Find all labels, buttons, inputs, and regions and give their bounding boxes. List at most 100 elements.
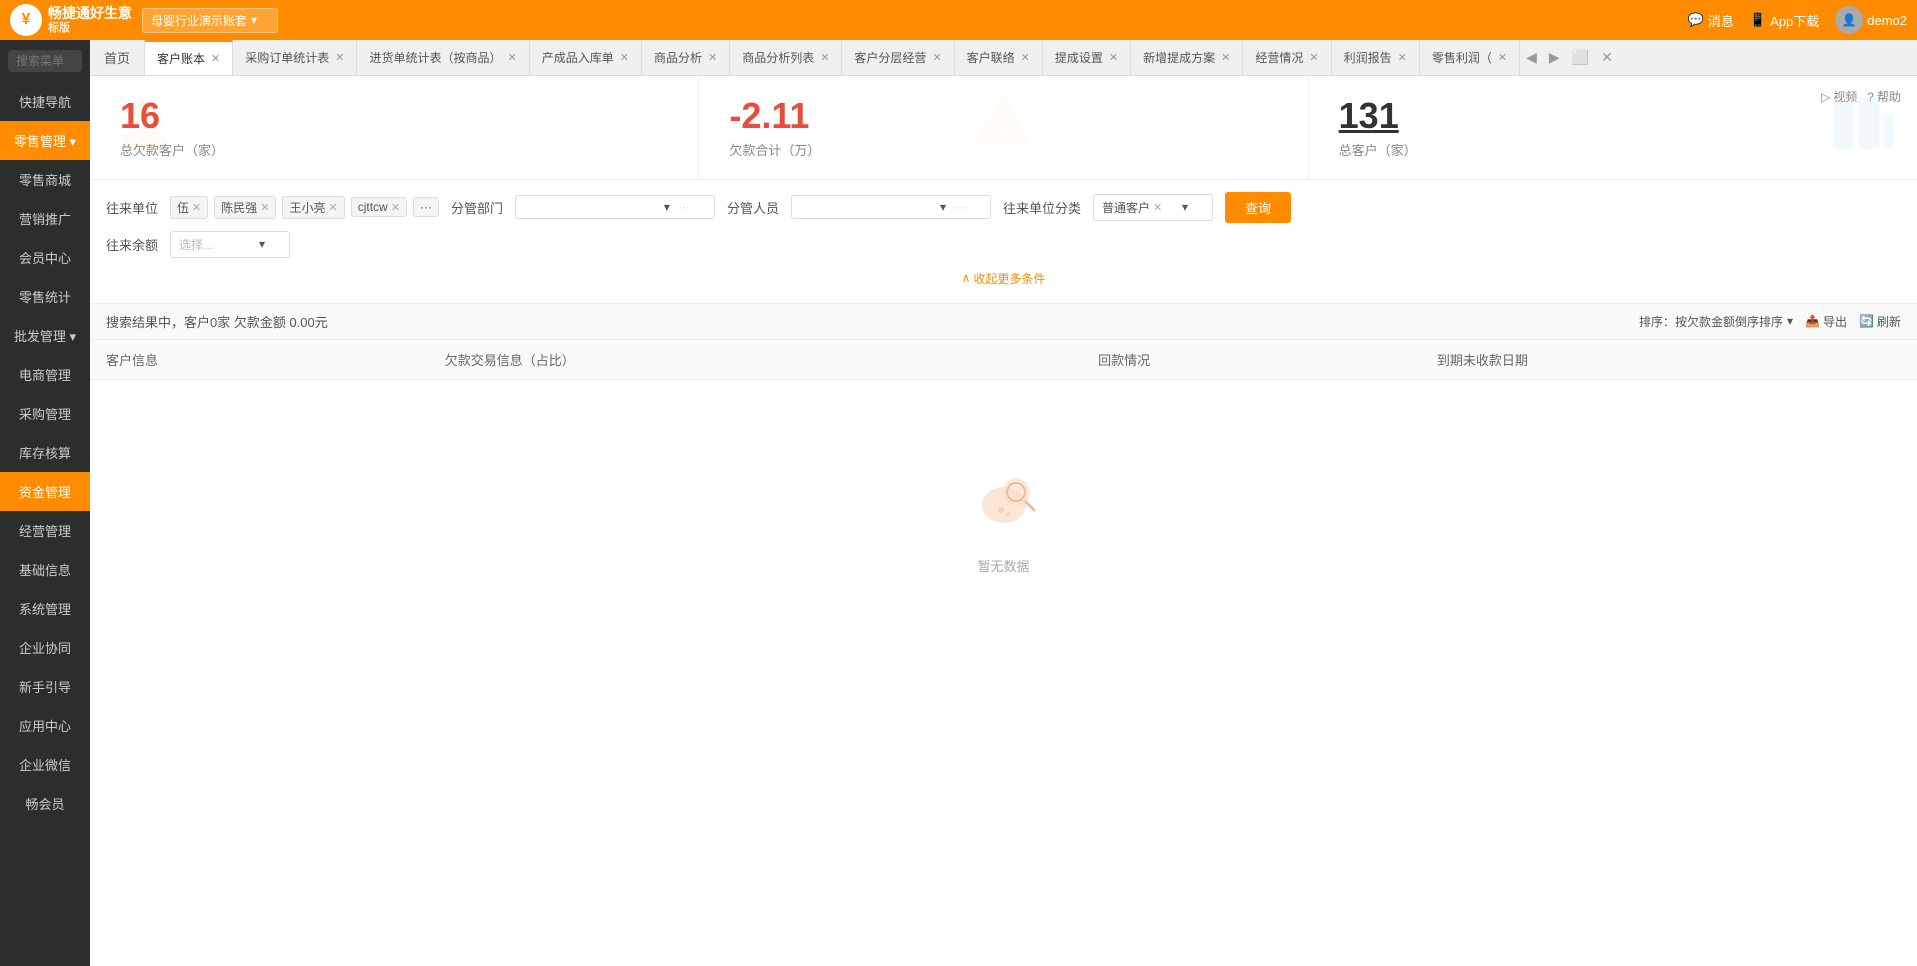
filter-tag-more[interactable]: ··· [413, 197, 439, 217]
tab-close-icon[interactable]: ✕ [1021, 51, 1030, 64]
account-selector[interactable]: 母婴行业演示账套 ▾ [142, 8, 278, 33]
sidebar-item-quick-nav[interactable]: 快捷导航 [0, 82, 90, 121]
tab-new-commission-plan[interactable]: 新增提成方案 ✕ [1131, 40, 1243, 76]
tab-customer-contact[interactable]: 客户联络 ✕ [955, 40, 1043, 76]
tab-profit-report[interactable]: 利润报告 ✕ [1332, 40, 1420, 76]
app-download-button[interactable]: 📱 App下载 [1750, 11, 1819, 30]
sidebar-search-area [0, 40, 90, 82]
sidebar-item-operations[interactable]: 经营管理 [0, 511, 90, 550]
tab-bar: 首页 客户账本 ✕ 采购订单统计表 ✕ 进货单统计表（按商品） ✕ 产成品入库单… [90, 40, 1917, 76]
tab-close-all[interactable]: ✕ [1595, 49, 1619, 66]
sidebar-item-retail-management[interactable]: 零售管理 ▾ [0, 121, 90, 160]
tag-close-category[interactable]: ✕ [1153, 201, 1162, 214]
results-bar: 搜索结果中，客户0家 欠款金额 0.00元 排序：按欠款金额倒序排序 ▾ 📤 导… [90, 304, 1917, 340]
messages-button[interactable]: 💬 消息 [1688, 11, 1734, 30]
sidebar-item-chang-member[interactable]: 畅会员 [0, 784, 90, 823]
tab-close-icon[interactable]: ✕ [708, 51, 717, 64]
empty-icon [964, 460, 1044, 540]
video-link[interactable]: ▷ 视频 [1821, 88, 1857, 105]
tab-close-icon[interactable]: ✕ [932, 51, 941, 64]
tab-close-icon[interactable]: ✕ [1109, 51, 1118, 64]
category-select[interactable]: 普通客户 ✕ ▾ [1093, 194, 1213, 221]
sort-label: 排序：按欠款金额倒序排序 [1639, 313, 1783, 330]
sidebar-item-finance[interactable]: 资金管理 [0, 472, 90, 511]
sidebar-item-ecommerce[interactable]: 电商管理 [0, 355, 90, 394]
collapse-button[interactable]: ∧ 收起更多条件 [106, 266, 1901, 291]
stat-card-overdue: + -2.11 欠款合计（万） [699, 76, 1308, 179]
dept-select[interactable]: ▾ ··· [515, 195, 715, 219]
svg-text:+: + [997, 116, 1011, 142]
results-actions: 排序：按欠款金额倒序排序 ▾ 📤 导出 🔄 刷新 [1639, 313, 1901, 330]
tab-customer-ledger[interactable]: 客户账本 ✕ [145, 40, 233, 76]
tab-close-icon[interactable]: ✕ [1498, 51, 1507, 64]
message-icon: 💬 [1688, 12, 1704, 28]
query-button[interactable]: 查询 [1225, 192, 1291, 223]
sidebar-item-marketing[interactable]: 营销推广 [0, 199, 90, 238]
tab-product-analysis[interactable]: 商品分析 ✕ [642, 40, 730, 76]
category-label: 往来单位分类 [1003, 198, 1081, 217]
tab-close-icon[interactable]: ✕ [1221, 51, 1230, 64]
filter-row-2: 往来余额 选择... ▾ [106, 231, 1901, 258]
filter-tags-unit: 伍 ✕ 陈民强 ✕ 王小亮 ✕ [170, 196, 439, 219]
tab-customer-tier[interactable]: 客户分层经营 ✕ [842, 40, 954, 76]
ellipsis-icon-person: ··· [954, 200, 966, 214]
tab-purchase-order-stats[interactable]: 采购订单统计表 ✕ [233, 40, 357, 76]
logo-area: ¥ 畅捷通好生意 标版 [10, 4, 132, 36]
sidebar-item-retail-mall[interactable]: 零售商城 [0, 160, 90, 199]
tab-close-icon[interactable]: ✕ [1309, 51, 1318, 64]
table-header: 客户信息 欠款交易信息（占比） 回款情况 到期未收款日期 [90, 340, 1917, 380]
person-select[interactable]: ▾ ··· [791, 195, 991, 219]
col-repayment: 回款情况 [1082, 340, 1421, 380]
tab-close-icon[interactable]: ✕ [335, 51, 344, 64]
tab-close-icon[interactable]: ✕ [508, 51, 517, 64]
refresh-icon: 🔄 [1859, 314, 1874, 328]
tab-close-icon[interactable]: ✕ [1398, 51, 1407, 64]
search-input[interactable] [8, 50, 82, 72]
sidebar-item-member-center[interactable]: 会员中心 [0, 238, 90, 277]
chevron-down-icon-category: ▾ [1182, 200, 1188, 214]
tab-close-icon[interactable]: ✕ [820, 51, 829, 64]
user-menu[interactable]: 👤 demo2 [1835, 6, 1907, 34]
sidebar-item-purchase[interactable]: 采购管理 [0, 394, 90, 433]
filter-tag-wang: 王小亮 ✕ [282, 196, 344, 219]
tag-close-cjttcw[interactable]: ✕ [391, 201, 400, 214]
sidebar-item-enterprise-collab[interactable]: 企业协同 [0, 628, 90, 667]
chevron-down-icon-dept: ▾ [664, 200, 670, 214]
filter-area: 往来单位 伍 ✕ 陈民强 ✕ 王小亮 [90, 180, 1917, 304]
stat-label-overdue: 欠款合计（万） [729, 140, 820, 159]
tab-retail-profit[interactable]: 零售利润（ ✕ [1420, 40, 1520, 76]
category-tag: 普通客户 ✕ [1102, 199, 1162, 216]
tab-business-status[interactable]: 经营情况 ✕ [1243, 40, 1331, 76]
col-customer-info: 客户信息 [90, 340, 429, 380]
export-button[interactable]: 📤 导出 [1805, 313, 1847, 330]
sidebar-item-retail-stats[interactable]: 零售统计 [0, 277, 90, 316]
tab-expand[interactable]: ⬜ [1566, 49, 1595, 66]
sidebar-item-app-center[interactable]: 应用中心 [0, 706, 90, 745]
tag-close-chen[interactable]: ✕ [260, 201, 269, 214]
tab-product-analysis-list[interactable]: 商品分析列表 ✕ [730, 40, 842, 76]
refresh-button[interactable]: 🔄 刷新 [1859, 313, 1901, 330]
tag-close-wang[interactable]: ✕ [329, 201, 338, 214]
balance-select[interactable]: 选择... ▾ [170, 231, 290, 258]
tab-commission-settings[interactable]: 提成设置 ✕ [1043, 40, 1131, 76]
tab-close-icon[interactable]: ✕ [620, 51, 629, 64]
sidebar-item-basic-info[interactable]: 基础信息 [0, 550, 90, 589]
tab-scroll-right[interactable]: ▶ [1543, 49, 1566, 66]
tag-close-wu[interactable]: ✕ [192, 201, 201, 214]
tab-close-icon[interactable]: ✕ [211, 52, 220, 65]
sort-select[interactable]: 排序：按欠款金额倒序排序 ▾ [1639, 313, 1793, 330]
sidebar-item-system[interactable]: 系统管理 [0, 589, 90, 628]
dept-label: 分管部门 [451, 198, 503, 217]
sidebar-item-enterprise-wechat[interactable]: 企业微信 [0, 745, 90, 784]
tab-production-inbound[interactable]: 产成品入库单 ✕ [530, 40, 642, 76]
sidebar-item-inventory[interactable]: 库存核算 [0, 433, 90, 472]
help-link[interactable]: ? 帮助 [1867, 88, 1901, 105]
sidebar-item-wholesale[interactable]: 批发管理 ▾ [0, 316, 90, 355]
tab-purchase-stats-by-product[interactable]: 进货单统计表（按商品） ✕ [357, 40, 529, 76]
tab-scroll-left[interactable]: ◀ [1520, 49, 1543, 66]
sidebar-item-new-guide[interactable]: 新手引导 [0, 667, 90, 706]
ellipsis-icon-dept: ··· [678, 200, 690, 214]
avatar: 👤 [1835, 6, 1863, 34]
tab-home[interactable]: 首页 [90, 40, 145, 76]
chevron-down-icon: ▾ [251, 13, 257, 27]
